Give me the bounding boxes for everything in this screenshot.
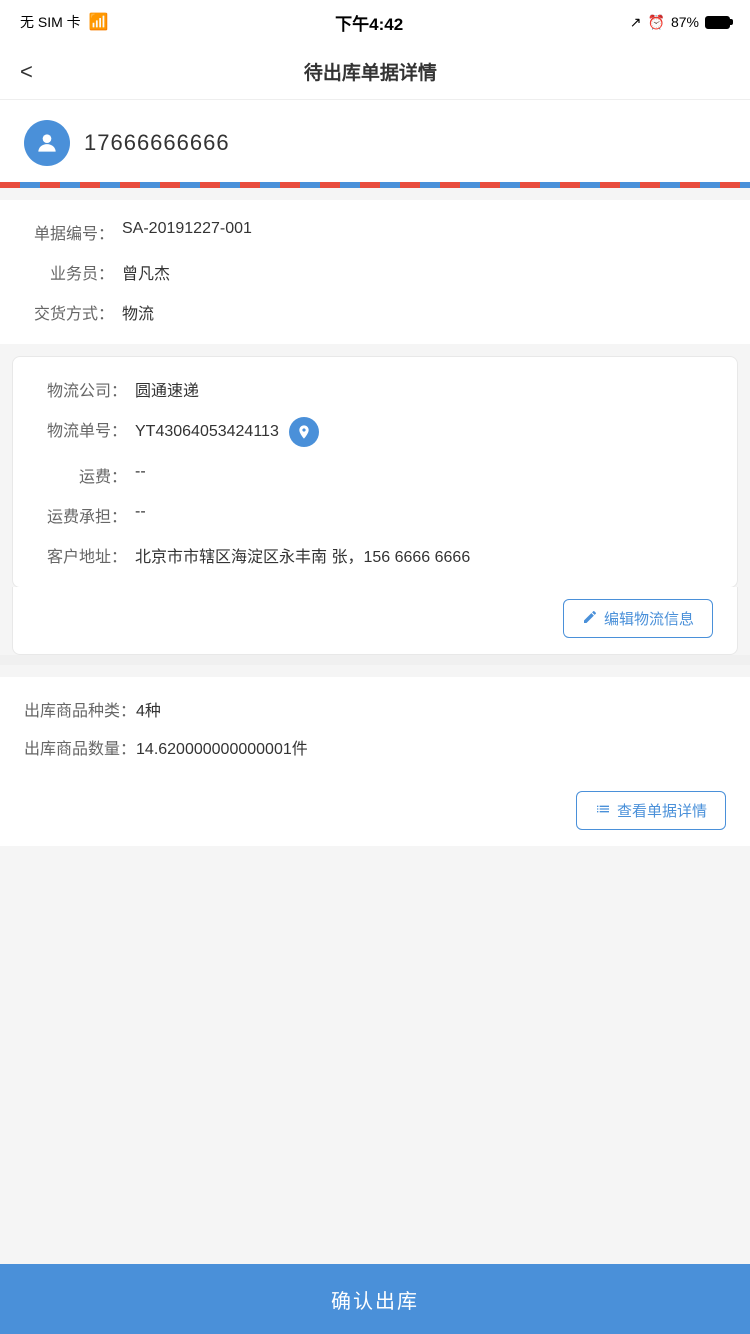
freight-bearer-value: -- bbox=[135, 503, 713, 521]
edit-btn-area: 编辑物流信息 bbox=[12, 587, 738, 655]
tracking-num-label: 物流单号： bbox=[37, 417, 127, 441]
confirm-outbound-button[interactable]: 确认出库 bbox=[0, 1264, 750, 1334]
product-quantity-label: 出库商品数量： bbox=[24, 735, 136, 759]
location-icon: ↗ bbox=[630, 14, 642, 31]
delivery-method-row: 交货方式： 物流 bbox=[24, 300, 726, 324]
product-types-value: 4种 bbox=[136, 697, 726, 721]
separator bbox=[0, 655, 750, 665]
sales-person-label: 业务员： bbox=[24, 260, 114, 284]
sales-person-row: 业务员： 曾凡杰 bbox=[24, 260, 726, 284]
battery-icon bbox=[705, 16, 730, 29]
product-quantity-value: 14.620000000000001件 bbox=[136, 735, 726, 759]
confirm-outbound-label: 确认出库 bbox=[331, 1285, 419, 1314]
edit-logistics-button[interactable]: 编辑物流信息 bbox=[563, 599, 713, 638]
doc-num-label: 单据编号： bbox=[24, 220, 114, 244]
product-types-label: 出库商品种类： bbox=[24, 697, 136, 721]
delivery-method-value: 物流 bbox=[122, 300, 726, 324]
sales-person-value: 曾凡杰 bbox=[122, 260, 726, 284]
tracking-num-value: YT43064053424113 bbox=[135, 423, 279, 441]
avatar bbox=[24, 120, 70, 166]
edit-logistics-label: 编辑物流信息 bbox=[604, 608, 694, 629]
freight-value: -- bbox=[135, 463, 713, 481]
logistics-company-value: 圆通速递 bbox=[135, 377, 713, 401]
customer-header: 17666666666 bbox=[0, 100, 750, 182]
wifi-icon: 📶 bbox=[89, 12, 109, 32]
nav-bar: < 待出库单据详情 bbox=[0, 44, 750, 100]
freight-bearer-label: 运费承担： bbox=[37, 503, 127, 527]
doc-num-value: SA-20191227-001 bbox=[122, 220, 726, 238]
view-detail-area: 查看单据详情 bbox=[0, 779, 750, 846]
status-left: 无 SIM 卡 📶 bbox=[20, 12, 109, 32]
page-title: 待出库单据详情 bbox=[41, 58, 700, 85]
status-bar: 无 SIM 卡 📶 下午4:42 ↗ ⏰ 87% bbox=[0, 0, 750, 44]
address-row: 客户地址： 北京市市辖区海淀区永丰南 张，156 6666 6666 bbox=[37, 543, 713, 567]
address-label: 客户地址： bbox=[37, 543, 127, 567]
alarm-icon: ⏰ bbox=[648, 14, 665, 31]
tracking-num-value-wrapper: YT43064053424113 bbox=[135, 417, 713, 447]
doc-num-row: 单据编号： SA-20191227-001 bbox=[24, 220, 726, 244]
product-quantity-row: 出库商品数量： 14.620000000000001件 bbox=[24, 735, 726, 759]
battery-percent: 87% bbox=[671, 14, 699, 30]
status-right: ↗ ⏰ 87% bbox=[630, 14, 730, 31]
freight-row: 运费： -- bbox=[37, 463, 713, 487]
address-value: 北京市市辖区海淀区永丰南 张，156 6666 6666 bbox=[135, 543, 713, 567]
spacer bbox=[0, 846, 750, 966]
dashed-divider bbox=[0, 182, 750, 188]
status-time: 下午4:42 bbox=[335, 10, 403, 35]
freight-label: 运费： bbox=[37, 463, 127, 487]
freight-bearer-row: 运费承担： -- bbox=[37, 503, 713, 527]
logistics-card: 物流公司： 圆通速递 物流单号： YT43064053424113 运费： --… bbox=[12, 356, 738, 588]
summary-section: 出库商品种类： 4种 出库商品数量： 14.620000000000001件 bbox=[0, 677, 750, 779]
product-types-row: 出库商品种类： 4种 bbox=[24, 697, 726, 721]
edit-icon bbox=[582, 609, 598, 629]
logistics-company-row: 物流公司： 圆通速递 bbox=[37, 377, 713, 401]
delivery-method-label: 交货方式： bbox=[24, 300, 114, 324]
tracking-num-row: 物流单号： YT43064053424113 bbox=[37, 417, 713, 447]
doc-info-section: 单据编号： SA-20191227-001 业务员： 曾凡杰 交货方式： 物流 bbox=[0, 200, 750, 344]
customer-phone: 17666666666 bbox=[84, 130, 230, 156]
logistics-company-label: 物流公司： bbox=[37, 377, 127, 401]
back-button[interactable]: < bbox=[12, 51, 41, 93]
carrier-label: 无 SIM 卡 bbox=[20, 12, 81, 32]
view-detail-icon bbox=[595, 801, 611, 821]
view-detail-label: 查看单据详情 bbox=[617, 800, 707, 821]
view-detail-button[interactable]: 查看单据详情 bbox=[576, 791, 726, 830]
track-location-button[interactable] bbox=[289, 417, 319, 447]
